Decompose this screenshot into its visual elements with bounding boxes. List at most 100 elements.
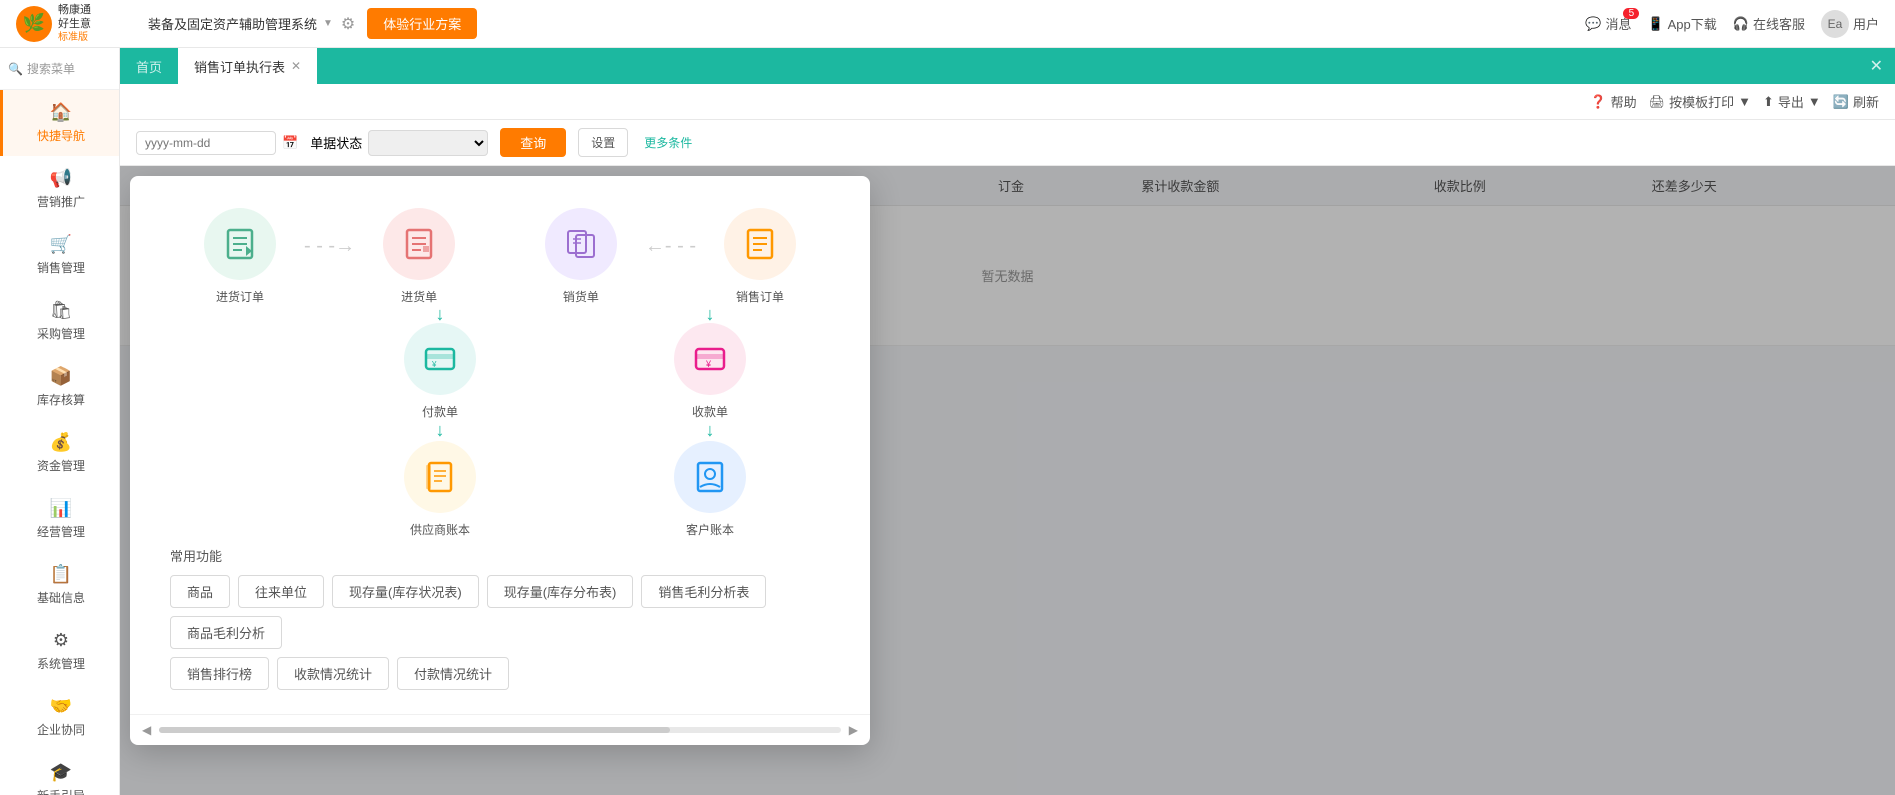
page-content: 品 商品 金额 预估毛利 预估毛利率 订金 累计收款金额 收款比例 还差多少天 xyxy=(120,166,1895,795)
message-badge: 5 xyxy=(1623,8,1639,19)
sidebar-item-sales[interactable]: 🛒 销售管理 xyxy=(0,222,119,288)
sidebar-item-operations[interactable]: 📊 经营管理 xyxy=(0,486,119,552)
content-area: 首页 销售订单执行表 ✕ ✕ ❓ 帮助 🖨 按模板打印 ▼ xyxy=(120,48,1895,795)
flow-node-payment[interactable]: ¥ 付款单 xyxy=(380,323,500,420)
sales-order-circle xyxy=(724,208,796,280)
func-btn-stock-status[interactable]: 现存量(库存状况表) xyxy=(332,575,479,608)
sidebar-item-purchase[interactable]: 🛍 采购管理 xyxy=(0,288,119,354)
date-input[interactable] xyxy=(136,131,276,155)
spacer-3 xyxy=(500,305,650,323)
flow-node-customer-ledger[interactable]: 客户账本 xyxy=(650,441,770,538)
sidebar-item-marketing[interactable]: 📢 营销推广 xyxy=(0,156,119,222)
refresh-label: 刷新 xyxy=(1853,92,1879,111)
marketing-icon: 📢 xyxy=(50,168,72,189)
sidebar-item-label: 企业协同 xyxy=(37,721,85,738)
set-button[interactable]: 设置 xyxy=(578,128,628,157)
sidebar-item-quick-nav[interactable]: 🏠 快捷导航 xyxy=(0,90,119,156)
scroll-track[interactable] xyxy=(159,727,841,733)
func-buttons-row-1: 商品 往来单位 现存量(库存状况表) 现存量(库存分布表) 销售毛利分析表 商品… xyxy=(170,575,830,649)
logo-sub: 好生意 xyxy=(58,17,91,31)
tab-sales-order-label: 销售订单执行表 xyxy=(194,57,285,76)
func-btn-product[interactable]: 商品 xyxy=(170,575,230,608)
spacer-2 xyxy=(300,305,380,323)
s2 xyxy=(300,420,380,441)
scroll-right-arrow[interactable]: ▶ xyxy=(849,723,858,737)
sidebar-item-label: 库存核算 xyxy=(37,391,85,408)
status-select[interactable] xyxy=(368,130,488,156)
func-btn-sales-margin[interactable]: 销售毛利分析表 xyxy=(641,575,766,608)
flow-node-supplier-ledger[interactable]: 供应商账本 xyxy=(380,441,500,538)
purchase-order-label: 进货订单 xyxy=(216,288,264,305)
window-close-button[interactable]: ✕ xyxy=(1870,56,1883,76)
tab-home[interactable]: 首页 xyxy=(120,48,178,84)
scroll-left-arrow[interactable]: ◀ xyxy=(142,723,151,737)
sidebar-search[interactable]: 🔍 搜索菜单 xyxy=(0,48,119,90)
func-btn-product-margin[interactable]: 商品毛利分析 xyxy=(170,616,282,649)
sidebar-item-label: 采购管理 xyxy=(37,325,85,342)
calendar-icon[interactable]: 📅 xyxy=(282,135,298,151)
receipt-label: 收款单 xyxy=(692,403,728,420)
flow-down-arrows: ↓ ↓ xyxy=(170,305,830,323)
sidebar-item-label: 经营管理 xyxy=(37,523,85,540)
flow-node-purchase-order[interactable]: 进货订单 xyxy=(180,208,300,305)
search-button[interactable]: 查询 xyxy=(500,128,566,157)
flow-row-1: 进货订单 - - -→ 进货单 xyxy=(170,208,830,305)
sidebar-item-finance[interactable]: 💰 资金管理 xyxy=(0,420,119,486)
flow-node-receipt[interactable]: ¥ 收款单 xyxy=(650,323,770,420)
export-button[interactable]: ⬆ 导出 ▼ xyxy=(1763,92,1821,111)
more-conditions-button[interactable]: 更多条件 xyxy=(644,134,692,151)
sidebar-item-enterprise[interactable]: 🤝 企业协同 xyxy=(0,684,119,750)
sidebar-item-basic-info[interactable]: 📋 基础信息 xyxy=(0,552,119,618)
sales-bill-label: 销货单 xyxy=(563,288,599,305)
sales-bill-circle xyxy=(545,208,617,280)
flow-node-sales-order[interactable]: 销售订单 xyxy=(700,208,820,305)
tab-bar: 首页 销售订单执行表 ✕ ✕ xyxy=(120,48,1895,84)
flow-row-2: ¥ 付款单 ¥ xyxy=(170,323,830,420)
online-service-button[interactable]: 🎧 在线客服 xyxy=(1733,14,1805,33)
user-menu[interactable]: Ea 用户 xyxy=(1821,10,1879,38)
print-label: 按模板打印 xyxy=(1669,92,1734,111)
down-arrow-payment: ↓ xyxy=(380,305,500,323)
modal-scrollbar: ◀ ▶ xyxy=(130,714,870,745)
func-btn-payment-stats[interactable]: 付款情况统计 xyxy=(397,657,509,690)
filter-bar: 📅 单据状态 查询 设置 更多条件 xyxy=(120,120,1895,166)
sidebar-item-inventory[interactable]: 📦 库存核算 xyxy=(0,354,119,420)
tab-close-icon[interactable]: ✕ xyxy=(291,59,301,73)
modal-body: 进货订单 - - -→ 进货单 xyxy=(130,176,870,714)
func-btn-receipt-stats[interactable]: 收款情况统计 xyxy=(277,657,389,690)
flow-node-sales-bill[interactable]: 销货单 xyxy=(521,208,641,305)
date-filter: 📅 xyxy=(136,131,298,155)
quick-nav-icon: 🏠 xyxy=(50,102,72,123)
common-functions: 常用功能 商品 往来单位 现存量(库存状况表) 现存量(库存分布表) 销售毛利分… xyxy=(170,546,830,690)
message-button[interactable]: 💬 消息 5 xyxy=(1585,14,1631,33)
sidebar-item-guide[interactable]: 🎓 新手引导 xyxy=(0,750,119,795)
logo-area: 🌿 畅康通 好生意 标准版 xyxy=(16,3,136,45)
func-btn-partner[interactable]: 往来单位 xyxy=(238,575,324,608)
customer-ledger-circle xyxy=(674,441,746,513)
user-label: 用户 xyxy=(1853,14,1879,33)
sidebar-item-system[interactable]: ⚙ 系统管理 xyxy=(0,618,119,684)
func-btn-sales-rank[interactable]: 销售排行榜 xyxy=(170,657,269,690)
spacer-4 xyxy=(770,305,820,323)
purchase-bill-circle xyxy=(383,208,455,280)
scroll-thumb xyxy=(159,727,670,733)
tab-sales-order[interactable]: 销售订单执行表 ✕ xyxy=(178,48,317,84)
tab-home-label: 首页 xyxy=(136,57,162,76)
guide-icon: 🎓 xyxy=(50,762,72,783)
help-button[interactable]: ❓ 帮助 xyxy=(1590,92,1636,111)
modal-overlay[interactable]: 进货订单 - - -→ 进货单 xyxy=(120,166,1895,795)
supplier-ledger-circle xyxy=(404,441,476,513)
system-dropdown-arrow[interactable]: ▼ xyxy=(323,18,333,29)
experience-button[interactable]: 体验行业方案 xyxy=(367,8,477,39)
system-icon: ⚙ xyxy=(53,630,69,651)
settings-icon[interactable]: ⚙ xyxy=(341,14,355,34)
common-functions-title: 常用功能 xyxy=(170,546,830,565)
refresh-button[interactable]: 🔄 刷新 xyxy=(1833,92,1879,111)
flow-node-purchase-bill[interactable]: 进货单 xyxy=(359,208,479,305)
print-button[interactable]: 🖨 按模板打印 ▼ xyxy=(1649,92,1751,111)
app-download-button[interactable]: 📱 App下载 xyxy=(1647,14,1716,33)
app-download-label: App下载 xyxy=(1668,14,1717,33)
func-btn-stock-dist[interactable]: 现存量(库存分布表) xyxy=(487,575,634,608)
download-icon: 📱 xyxy=(1647,16,1663,32)
operations-icon: 📊 xyxy=(50,498,72,519)
